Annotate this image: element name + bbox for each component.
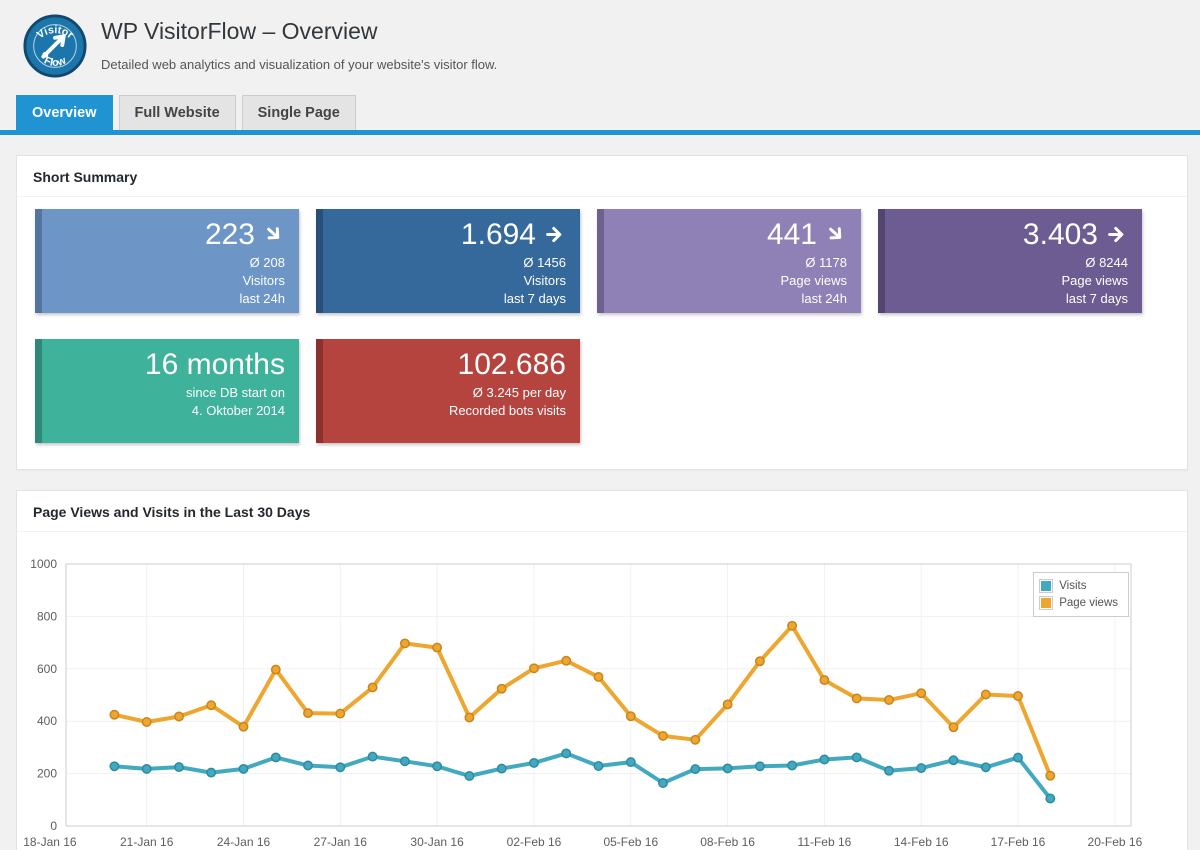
- stat-period: last 7 days: [899, 290, 1128, 308]
- stat-card-pageviews-24h: 441 Ø 1178 Page views last 24h: [597, 209, 861, 313]
- stat-number: 102.686: [458, 346, 566, 384]
- stat-line1: since DB start on: [56, 384, 285, 402]
- svg-text:20-Feb 16: 20-Feb 16: [1088, 835, 1143, 849]
- stat-average: Ø 1178: [618, 254, 847, 272]
- legend-swatch: [1039, 596, 1053, 610]
- stat-average: Ø 1456: [337, 254, 566, 272]
- stat-value: 1.694: [337, 216, 566, 254]
- trend-arrow-icon: [260, 220, 290, 250]
- svg-text:05-Feb 16: 05-Feb 16: [603, 835, 658, 849]
- trend-arrow-icon: [1107, 224, 1128, 245]
- svg-text:600: 600: [37, 662, 57, 676]
- chart-panel-title: Page Views and Visits in the Last 30 Day…: [17, 491, 1187, 532]
- chart-wrap: 0200400600800100018-Jan 1621-Jan 1624-Ja…: [33, 538, 1171, 850]
- stat-metric: Visitors: [337, 272, 566, 290]
- tab-single-page[interactable]: Single Page: [242, 95, 356, 130]
- legend-label: Visits: [1059, 580, 1086, 592]
- svg-text:0: 0: [50, 819, 57, 833]
- stat-number: 16 months: [145, 346, 285, 384]
- stat-line2: Recorded bots visits: [337, 402, 566, 420]
- chart-legend: Visits Page views: [1033, 572, 1129, 617]
- legend-label: Page views: [1059, 597, 1118, 609]
- legend-item: Page views: [1039, 596, 1118, 610]
- stat-card-db-age: 16 months since DB start on 4. Oktober 2…: [35, 339, 299, 443]
- svg-text:11-Feb 16: 11-Feb 16: [797, 835, 851, 849]
- stat-value: 441: [618, 216, 847, 254]
- svg-text:08-Feb 16: 08-Feb 16: [700, 835, 755, 849]
- stat-value: 3.403: [899, 216, 1128, 254]
- stat-value: 223: [56, 216, 285, 254]
- svg-text:400: 400: [37, 714, 57, 728]
- legend-swatch: [1039, 579, 1053, 593]
- trend-arrow-icon: [822, 220, 852, 250]
- stat-average: Ø 208: [56, 254, 285, 272]
- summary-cards: 223 Ø 208 Visitors last 24h 1.694 Ø 1456…: [17, 197, 1187, 469]
- stat-metric: Visitors: [56, 272, 285, 290]
- svg-text:14-Feb 16: 14-Feb 16: [894, 835, 949, 849]
- stat-metric: Page views: [899, 272, 1128, 290]
- tab-overview[interactable]: Overview: [16, 95, 113, 130]
- legend-item: Visits: [1039, 579, 1118, 593]
- stat-value: 102.686: [337, 346, 566, 384]
- trend-arrow-icon: [545, 224, 566, 245]
- stat-average: Ø 8244: [899, 254, 1128, 272]
- svg-text:02-Feb 16: 02-Feb 16: [507, 835, 562, 849]
- tab-underline: [0, 130, 1200, 135]
- stat-number: 441: [767, 216, 817, 254]
- svg-text:1000: 1000: [30, 557, 57, 571]
- svg-text:21-Jan 16: 21-Jan 16: [120, 835, 174, 849]
- svg-text:200: 200: [37, 767, 57, 781]
- page-title: WP VisitorFlow – Overview: [101, 17, 497, 46]
- svg-text:18-Jan 16: 18-Jan 16: [23, 835, 77, 849]
- svg-text:27-Jan 16: 27-Jan 16: [314, 835, 368, 849]
- stat-period: last 24h: [618, 290, 847, 308]
- stat-card-visitors-24h: 223 Ø 208 Visitors last 24h: [35, 209, 299, 313]
- svg-text:24-Jan 16: 24-Jan 16: [217, 835, 271, 849]
- stat-metric: Page views: [618, 272, 847, 290]
- stat-period: last 24h: [56, 290, 285, 308]
- svg-text:30-Jan 16: 30-Jan 16: [410, 835, 464, 849]
- stat-card-bot-visits: 102.686 Ø 3.245 per day Recorded bots vi…: [316, 339, 580, 443]
- stat-number: 1.694: [461, 216, 536, 254]
- page-subtitle: Detailed web analytics and visualization…: [101, 57, 497, 72]
- svg-text:800: 800: [37, 609, 57, 623]
- stat-value: 16 months: [56, 346, 285, 384]
- page-header: Visitor Flow WP VisitorFlow – Overview D…: [0, 0, 1200, 79]
- short-summary-panel: Short Summary 223 Ø 208 Visitors last 24…: [16, 155, 1188, 470]
- svg-text:17-Feb 16: 17-Feb 16: [991, 835, 1046, 849]
- stat-number: 223: [205, 216, 255, 254]
- stat-card-visitors-7d: 1.694 Ø 1456 Visitors last 7 days: [316, 209, 580, 313]
- stat-line2: 4. Oktober 2014: [56, 402, 285, 420]
- tab-bar: Overview Full Website Single Page: [0, 95, 1200, 130]
- chart-panel: Page Views and Visits in the Last 30 Day…: [16, 490, 1188, 850]
- stat-period: last 7 days: [337, 290, 566, 308]
- stat-line1: Ø 3.245 per day: [337, 384, 566, 402]
- tab-full-website[interactable]: Full Website: [119, 95, 236, 130]
- visitorflow-logo-icon: Visitor Flow: [22, 13, 88, 79]
- stat-number: 3.403: [1023, 216, 1098, 254]
- chart-canvas: 0200400600800100018-Jan 1621-Jan 1624-Ja…: [33, 538, 1171, 850]
- short-summary-title: Short Summary: [17, 156, 1187, 197]
- stat-card-pageviews-7d: 3.403 Ø 8244 Page views last 7 days: [878, 209, 1142, 313]
